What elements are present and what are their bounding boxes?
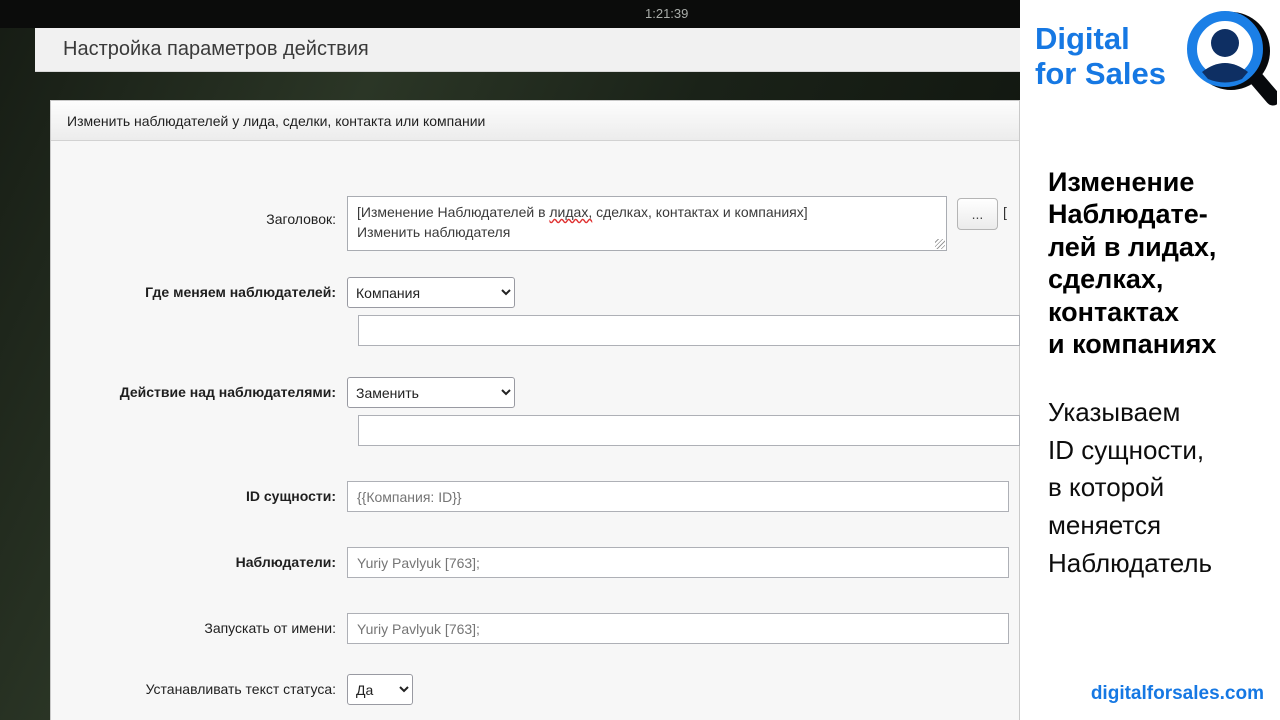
observers-row: Наблюдатели: (51, 547, 1019, 578)
top-bar: 1:21:39 (0, 0, 1020, 28)
title-row: Заголовок: [Изменение Наблюдателей в лид… (51, 196, 1019, 251)
status-text-select[interactable]: Да (347, 674, 413, 705)
dialog-title: Настройка параметров действия (63, 38, 369, 61)
title-line2: Изменить наблюдателя (357, 223, 937, 243)
video-timestamp: 1:21:39 (645, 6, 688, 21)
truncated-bracket-text: [ (1003, 196, 1007, 220)
title-textarea[interactable]: [Изменение Наблюдателей в лидах, сделках… (347, 196, 947, 251)
target-extra-input[interactable] (358, 315, 1020, 346)
entity-id-input[interactable] (347, 481, 1009, 512)
action-select[interactable]: Заменить (347, 377, 515, 408)
status-text-row: Устанавливать текст статуса: Да (51, 674, 1019, 705)
dialog-titlebar: Настройка параметров действия (35, 28, 1020, 72)
run-as-label: Запускать от имени: (51, 613, 347, 636)
panel-header: Изменить наблюдателей у лида, сделки, ко… (51, 101, 1019, 141)
run-as-row: Запускать от имени: (51, 613, 1019, 644)
panel-header-text: Изменить наблюдателей у лида, сделки, ко… (67, 113, 485, 129)
observers-label: Наблюдатели: (51, 547, 347, 570)
action-row: Действие над наблюдателями: Заменить (51, 377, 1019, 408)
target-row: Где меняем наблюдателей: Компания (51, 277, 1019, 308)
title-line1-pre: [Изменение Наблюдателей в (357, 204, 549, 220)
status-text-label: Устанавливать текст статуса: (51, 674, 347, 697)
screen: 1:21:39 Настройка параметров действия Из… (0, 0, 1280, 720)
brand-name: Digital for Sales (1035, 22, 1166, 91)
action-extra-input[interactable] (358, 415, 1020, 446)
target-select[interactable]: Компания (347, 277, 515, 308)
run-as-input[interactable] (347, 613, 1009, 644)
title-line1-misspelled-word: лидах, (549, 204, 592, 220)
more-button[interactable]: ... (957, 198, 998, 230)
sidebar-heading: Изменение Наблюдате- лей в лидах, сделка… (1048, 166, 1216, 360)
magnifier-face-logo-icon (1181, 5, 1277, 114)
title-line1: [Изменение Наблюдателей в лидах, сделках… (357, 203, 937, 223)
desktop-background: 1:21:39 Настройка параметров действия Из… (0, 0, 1020, 720)
entity-id-row: ID сущности: (51, 481, 1019, 512)
observers-input[interactable] (347, 547, 1009, 578)
target-label: Где меняем наблюдателей: (51, 277, 347, 300)
entity-id-label: ID сущности: (51, 481, 347, 504)
action-settings-panel: Изменить наблюдателей у лида, сделки, ко… (50, 100, 1020, 720)
sidebar-subtext: Указываем ID сущности, в которой меняетс… (1048, 394, 1212, 582)
action-label: Действие над наблюдателями: (51, 377, 347, 400)
title-line1-post: сделках, контактах и компаниях] (592, 204, 807, 220)
title-label: Заголовок: (51, 196, 347, 227)
branding-sidebar: Digital for Sales Изменение Наблюдате- л… (1020, 0, 1280, 720)
resize-grip[interactable] (935, 239, 945, 249)
website-text: digitalforsales.com (1091, 683, 1264, 705)
